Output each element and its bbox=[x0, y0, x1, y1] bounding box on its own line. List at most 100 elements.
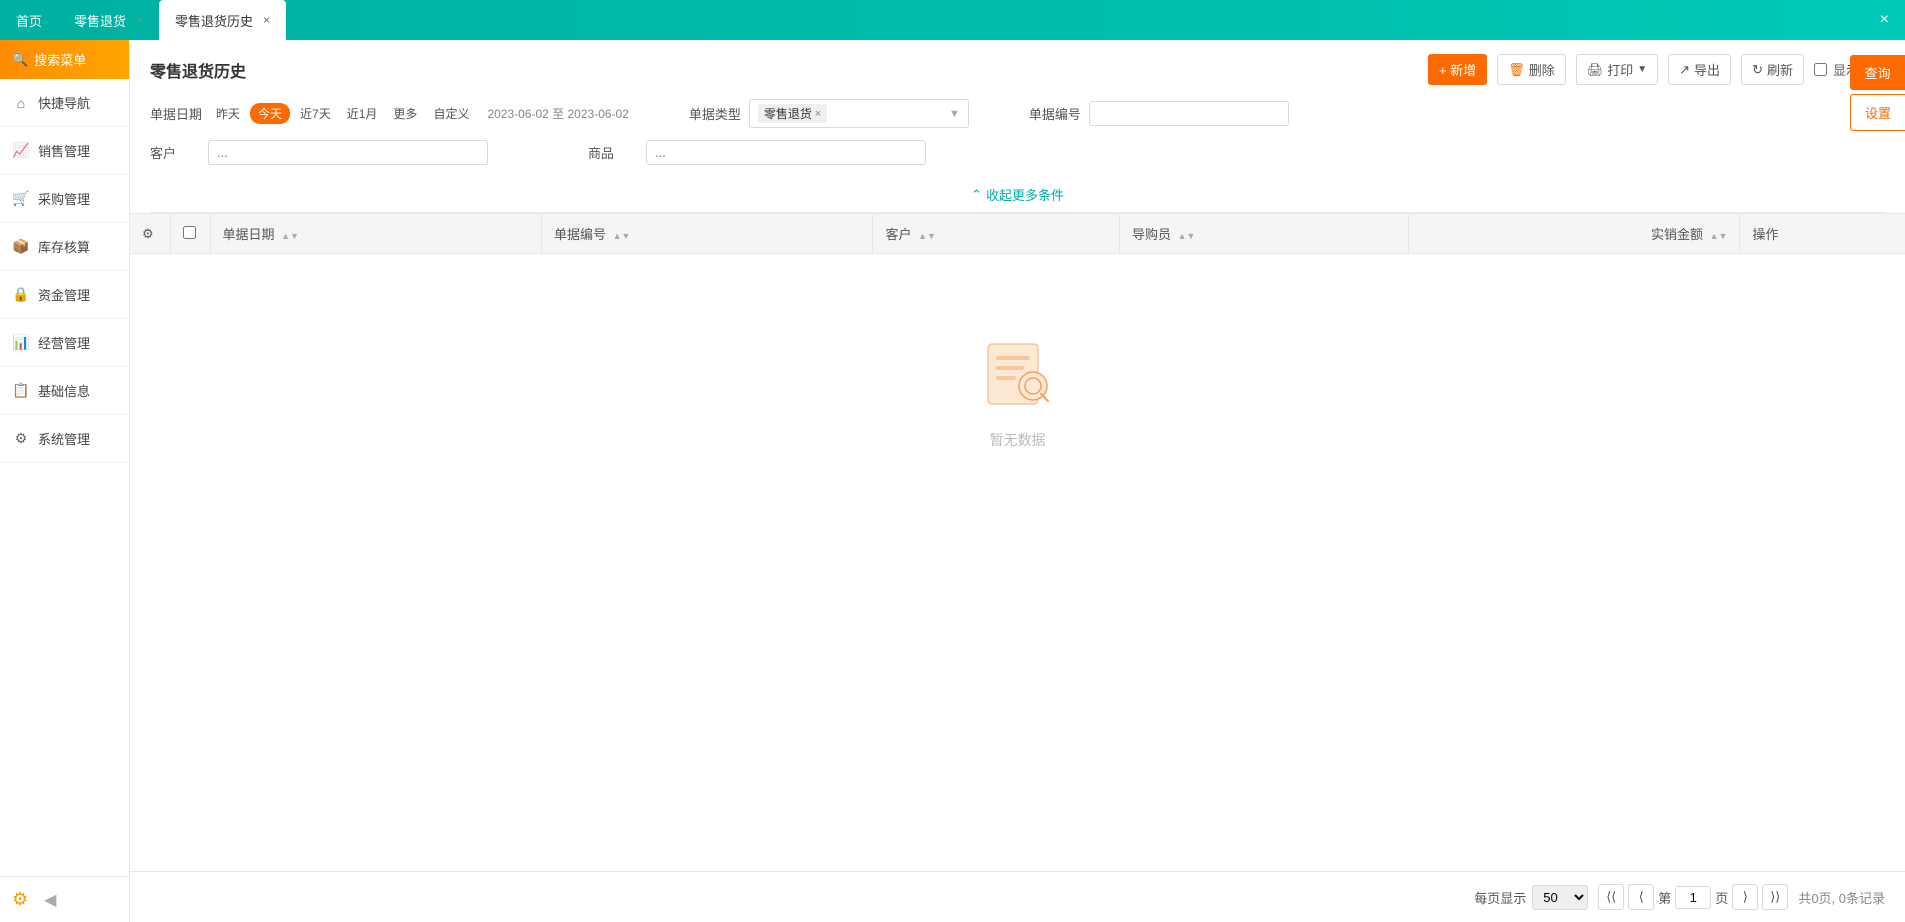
date-custom[interactable]: 自定义 bbox=[427, 103, 475, 124]
sidebar-item-label: 快捷导航 bbox=[38, 93, 90, 112]
col-guide[interactable]: 导购员 ▲▼ bbox=[1119, 214, 1408, 254]
sidebar-search[interactable]: 🔍 搜索菜单 bbox=[0, 40, 129, 79]
collapse-icon: ⌃ bbox=[971, 187, 982, 203]
query-button[interactable]: 查询 bbox=[1850, 55, 1905, 90]
page-suffix: 页 bbox=[1715, 888, 1728, 907]
date-1month[interactable]: 近1月 bbox=[341, 103, 384, 124]
sidebar-item-label: 系统管理 bbox=[38, 429, 90, 448]
sort-arrows-guide: ▲▼ bbox=[1178, 231, 1196, 241]
filter-goods: 商品 bbox=[588, 140, 926, 165]
filter-goods-input[interactable] bbox=[646, 140, 926, 165]
tab-retail-return[interactable]: 零售退货 × bbox=[58, 0, 159, 40]
col-amount[interactable]: 实销金额 ▲▼ bbox=[1408, 214, 1739, 254]
search-icon: 🔍 bbox=[12, 52, 28, 68]
col-date[interactable]: 单据日期 ▲▼ bbox=[210, 214, 541, 254]
export-icon: ↗ bbox=[1679, 62, 1690, 78]
sidebar-item-quick-nav[interactable]: ⌂ 快捷导航 bbox=[0, 79, 129, 127]
delete-icon: 🗑 bbox=[1508, 62, 1525, 78]
col-doc-no[interactable]: 单据编号 ▲▼ bbox=[541, 214, 872, 254]
collapse-bar: ⌃ 收起更多条件 bbox=[150, 177, 1885, 213]
empty-icon bbox=[978, 334, 1058, 414]
sidebar-item-label: 采购管理 bbox=[38, 189, 90, 208]
refresh-button[interactable]: ↻ 刷新 bbox=[1741, 54, 1804, 85]
main-content: 零售退货历史 + 新增 🗑 删除 🖨 打印 ▼ ↗ 导出 bbox=[130, 40, 1905, 922]
toolbar: + 新增 🗑 删除 🖨 打印 ▼ ↗ 导出 ↻ bbox=[1428, 54, 1885, 85]
page-next-button[interactable]: ⟩ bbox=[1732, 884, 1758, 910]
tab-home[interactable]: 零售退货历史 首页 bbox=[0, 0, 58, 40]
sidebar-nav: ⌂ 快捷导航 📈 销售管理 🛒 采购管理 📦 库存核算 🔒 资金管理 📊 bbox=[0, 79, 129, 876]
table-settings-col[interactable]: ⚙ bbox=[130, 214, 170, 254]
filter-doc-no-input[interactable] bbox=[1089, 101, 1289, 126]
display-detail-checkbox[interactable] bbox=[1814, 63, 1827, 76]
filter-date: 单据日期 昨天 今天 近7天 近1月 更多 自定义 2023-06-02 至 2… bbox=[150, 103, 629, 124]
export-button[interactable]: ↗ 导出 bbox=[1668, 54, 1731, 85]
print-dropdown-icon: ▼ bbox=[1637, 64, 1647, 75]
page-prev-button[interactable]: ⟨ bbox=[1628, 884, 1654, 910]
filter-customer-input[interactable] bbox=[208, 140, 488, 165]
sidebar-item-finance[interactable]: 🔒 资金管理 bbox=[0, 271, 129, 319]
sidebar-item-sales[interactable]: 📈 销售管理 bbox=[0, 127, 129, 175]
tab-retail-return-close[interactable]: × bbox=[136, 13, 143, 27]
empty-text: 暂无数据 bbox=[990, 430, 1046, 450]
page-title: 零售退货历史 bbox=[150, 58, 246, 82]
sidebar-item-purchase[interactable]: 🛒 采购管理 bbox=[0, 175, 129, 223]
sidebar-search-label: 搜索菜单 bbox=[34, 50, 86, 69]
filter-row-2: 客户 商品 bbox=[150, 140, 1885, 165]
filter-date-label: 单据日期 bbox=[150, 104, 202, 123]
refresh-icon: ↻ bbox=[1752, 62, 1763, 78]
page-last-button[interactable]: ⟩⟩ bbox=[1762, 884, 1788, 910]
pagination-bar: 每页显示 10 20 50 100 ⟨⟨ ⟨ 第 页 bbox=[130, 871, 1905, 922]
filter-doc-type-label: 单据类型 bbox=[689, 104, 741, 123]
table-header: ⚙ 单据日期 ▲▼ 单据编号 ▲▼ bbox=[130, 214, 1905, 254]
print-icon: 🖨 bbox=[1587, 62, 1604, 78]
per-page-select[interactable]: 10 20 50 100 bbox=[1532, 885, 1588, 910]
new-button[interactable]: + 新增 bbox=[1428, 54, 1487, 85]
filter-goods-label: 商品 bbox=[588, 143, 638, 162]
sidebar-item-system[interactable]: ⚙ 系统管理 bbox=[0, 415, 129, 463]
collapse-button[interactable]: ⌃ 收起更多条件 bbox=[971, 185, 1064, 204]
date-7days[interactable]: 近7天 bbox=[294, 103, 337, 124]
sidebar-item-label: 基础信息 bbox=[38, 381, 90, 400]
filter-doc-type-select[interactable]: 零售退货 × ▼ bbox=[749, 99, 969, 128]
purchase-icon: 🛒 bbox=[12, 190, 30, 208]
sidebar-item-basics[interactable]: 📋 基础信息 bbox=[0, 367, 129, 415]
sales-icon: 📈 bbox=[12, 142, 30, 160]
page-input: 第 页 bbox=[1658, 886, 1728, 909]
settings-bottom-icon[interactable]: ⚙ bbox=[12, 889, 28, 910]
window-close-button[interactable]: × bbox=[1880, 11, 1905, 29]
date-more[interactable]: 更多 bbox=[387, 103, 423, 124]
tab-retail-return-history-close[interactable]: × bbox=[263, 13, 270, 27]
settings-button[interactable]: 设置 bbox=[1850, 94, 1905, 131]
sidebar-item-inventory[interactable]: 📦 库存核算 bbox=[0, 223, 129, 271]
layout: 🔍 搜索菜单 ⌂ 快捷导航 📈 销售管理 🛒 采购管理 📦 库存核算 🔒 bbox=[0, 40, 1905, 922]
empty-state: 暂无数据 bbox=[130, 254, 1905, 490]
filter-customer: 客户 bbox=[150, 140, 488, 165]
tab-retail-return-history[interactable]: 零售退货历史 × bbox=[159, 0, 286, 40]
sort-arrows-docno: ▲▼ bbox=[613, 231, 631, 241]
page-first-button[interactable]: ⟨⟨ bbox=[1598, 884, 1624, 910]
sidebar-item-label: 销售管理 bbox=[38, 141, 90, 160]
table-container: ⚙ 单据日期 ▲▼ 单据编号 ▲▼ bbox=[130, 214, 1905, 871]
collapse-sidebar-icon[interactable]: ◀ bbox=[44, 890, 56, 910]
filter-doc-no-label: 单据编号 bbox=[1029, 104, 1081, 123]
filter-doc-no: 单据编号 bbox=[1029, 101, 1289, 126]
print-button[interactable]: 🖨 打印 ▼ bbox=[1576, 54, 1658, 85]
doc-type-tag-remove[interactable]: × bbox=[815, 108, 821, 120]
page-number-input[interactable] bbox=[1675, 886, 1711, 909]
table-select-all-checkbox[interactable] bbox=[183, 226, 196, 239]
total-info: 共0页, 0条记录 bbox=[1798, 888, 1885, 907]
col-actions: 操作 bbox=[1740, 214, 1905, 254]
date-yesterday[interactable]: 昨天 bbox=[210, 103, 246, 124]
page-label: 第 bbox=[1658, 888, 1671, 907]
home-icon: ⌂ bbox=[12, 94, 30, 112]
date-today[interactable]: 今天 bbox=[250, 103, 290, 124]
tab-bar: 零售退货历史 首页 零售退货 × 零售退货历史 × bbox=[0, 0, 1880, 40]
basics-icon: 📋 bbox=[12, 382, 30, 400]
col-customer[interactable]: 客户 ▲▼ bbox=[873, 214, 1120, 254]
per-page-label: 每页显示 bbox=[1474, 888, 1526, 907]
filter-customer-label: 客户 bbox=[150, 143, 200, 162]
sidebar-item-operations[interactable]: 📊 经营管理 bbox=[0, 319, 129, 367]
delete-button[interactable]: 🗑 删除 bbox=[1497, 54, 1566, 85]
side-action-buttons: 查询 设置 bbox=[1850, 55, 1905, 131]
per-page: 每页显示 10 20 50 100 bbox=[1474, 885, 1588, 910]
